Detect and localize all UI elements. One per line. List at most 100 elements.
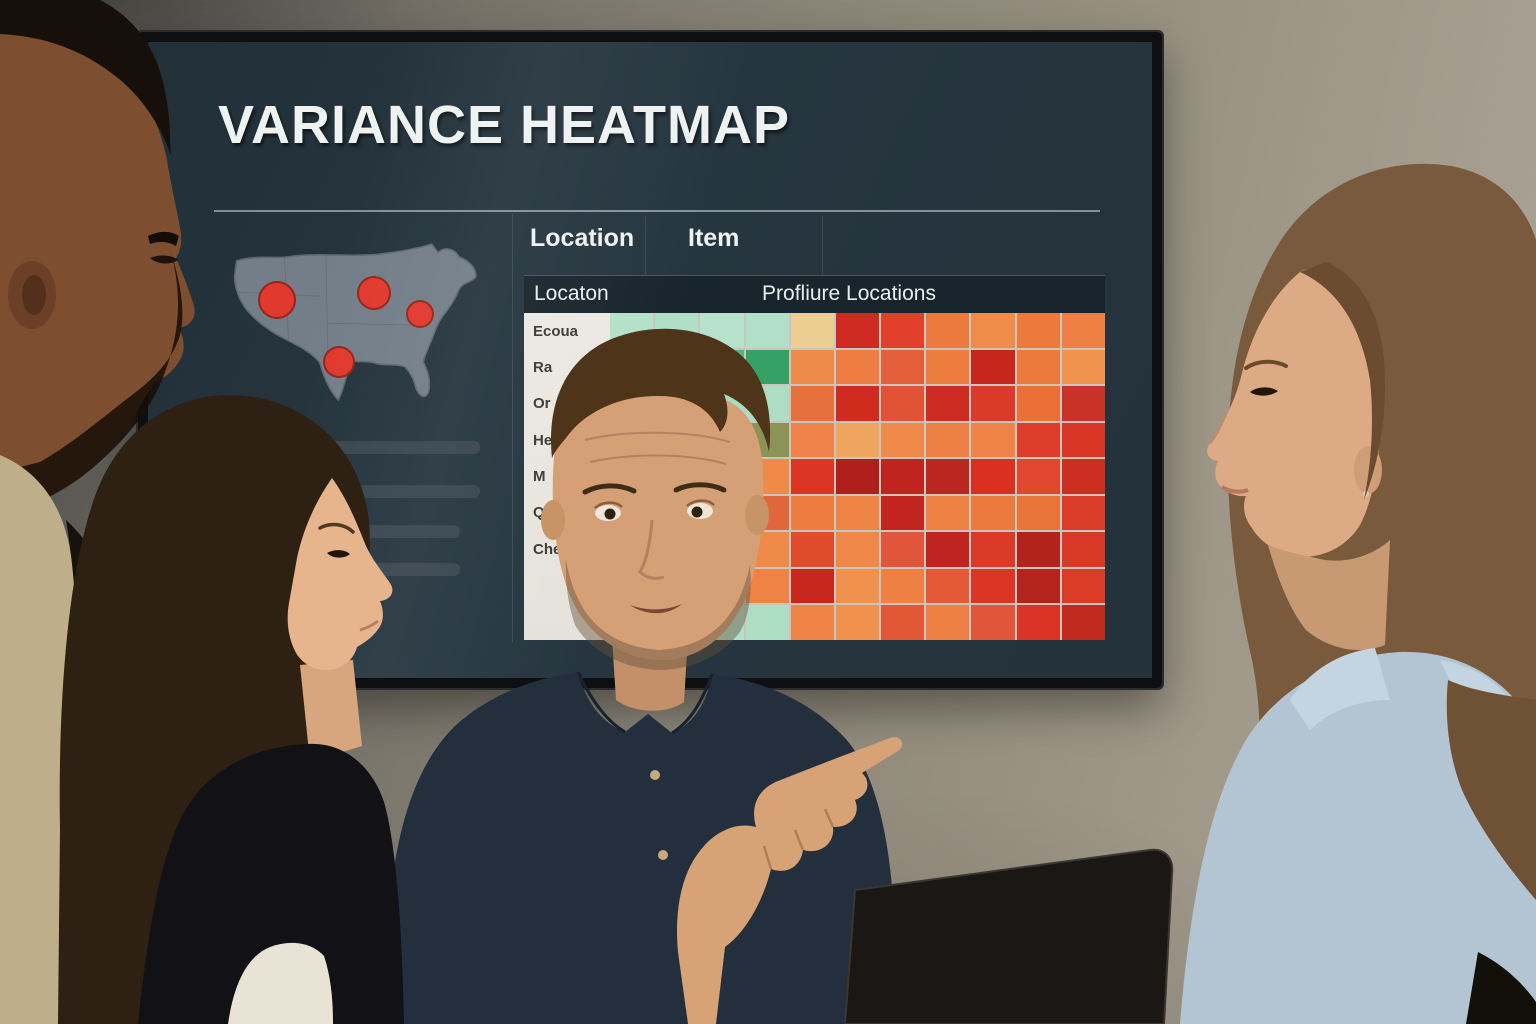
heatmap-cell xyxy=(745,422,789,457)
heatmap-cell xyxy=(1016,349,1060,384)
heatmap-cell xyxy=(1061,422,1105,457)
heatmap-cell xyxy=(1016,495,1060,530)
heatmap-row-label: He xyxy=(533,431,553,449)
heatmap-cell xyxy=(655,495,699,530)
heatmap-cell xyxy=(745,313,789,348)
location-column-label: Location xyxy=(530,224,635,252)
heatmap-cell xyxy=(655,313,699,348)
heatmap-cell xyxy=(610,605,654,640)
heatmap-cell xyxy=(655,568,699,603)
map-location-marker xyxy=(356,275,391,310)
heatmap-cell xyxy=(790,495,834,530)
title-divider xyxy=(214,210,1100,212)
right-woman-hair-front xyxy=(1300,262,1386,500)
heatmap-cell xyxy=(745,532,789,567)
heatmap-cell xyxy=(1016,422,1060,457)
heatmap-cell xyxy=(610,568,654,603)
right-woman-eye xyxy=(1250,387,1278,396)
left-woman-blazer xyxy=(138,743,404,1024)
heatmap-cell xyxy=(926,386,970,421)
heatmap-cell xyxy=(835,532,880,567)
heatmap-row-label: Ra xyxy=(533,358,553,376)
table-header-location: Locaton xyxy=(534,282,609,305)
heatmap-cell xyxy=(655,422,699,457)
left-woman-blouse xyxy=(228,942,333,1024)
heatmap-cell xyxy=(926,605,970,640)
heatmap-cell xyxy=(835,605,880,640)
heatmap-cell xyxy=(1016,313,1060,348)
heatmap-cell xyxy=(971,568,1015,603)
map-location-marker xyxy=(322,345,355,378)
right-woman-ear xyxy=(1354,446,1382,494)
finger-creases xyxy=(762,808,835,870)
heatmap-cell xyxy=(881,495,925,530)
heatmap-cell xyxy=(700,422,744,457)
right-woman-collar xyxy=(1290,648,1512,730)
dashboard-title: VARIANCE HEATMAP xyxy=(218,95,791,155)
heatmap-cell xyxy=(790,349,834,384)
heatmap-row-label xyxy=(524,567,610,603)
heatmap-cell xyxy=(881,313,925,348)
heatmap-cell xyxy=(790,313,834,348)
heatmap-row-label: Or xyxy=(533,395,551,413)
heatmap-cell xyxy=(610,386,654,421)
heatmap-cell xyxy=(790,605,834,640)
heatmap-cell xyxy=(926,459,970,494)
heatmap-cell xyxy=(790,568,834,603)
heatmap-cell xyxy=(655,386,699,421)
us-map xyxy=(233,243,477,402)
shirt-button xyxy=(658,850,668,860)
heatmap-cell xyxy=(881,459,925,494)
wall-mounted-tv: VARIANCE HEATMAP Location Item Locaton P… xyxy=(136,30,1164,690)
heatmap-cell xyxy=(971,495,1015,530)
heatmap-row-label: M xyxy=(533,467,546,485)
heatmap-cell xyxy=(610,495,654,530)
heatmap-cell xyxy=(926,495,970,530)
placeholder-bar xyxy=(278,563,460,576)
us-map-silhouette xyxy=(233,243,477,402)
heatmap-cell xyxy=(881,568,925,603)
heatmap-cell xyxy=(1016,568,1060,603)
heatmap-cell xyxy=(835,349,880,384)
presenter-shirt xyxy=(382,672,897,1024)
heatmap-cell xyxy=(745,459,789,494)
heatmap-cell xyxy=(655,349,699,384)
heatmap-row-label: Ecoua xyxy=(533,322,579,340)
heatmap-cell xyxy=(790,422,834,457)
right-woman-hair-back xyxy=(1227,163,1536,900)
heatmap-cell xyxy=(1061,568,1105,603)
heatmap-cell xyxy=(971,459,1015,494)
heatmap-cell xyxy=(971,313,1015,348)
heatmap-cell xyxy=(610,349,654,384)
right-woman-earring xyxy=(1363,491,1369,497)
heatmap-cell xyxy=(881,349,925,384)
heatmap-cell xyxy=(745,605,789,640)
right-woman-lips xyxy=(1220,485,1249,494)
heatmap-cell xyxy=(835,422,880,457)
shirt-button xyxy=(650,770,660,780)
right-woman-face xyxy=(1207,268,1380,557)
heatmap-cell xyxy=(745,349,789,384)
heatmap-cell xyxy=(745,386,789,421)
heatmap-cell xyxy=(655,605,699,640)
heatmap-cell xyxy=(745,495,789,530)
heatmap-cell xyxy=(835,568,880,603)
heatmap-cell xyxy=(926,532,970,567)
laptop-lid xyxy=(843,848,1174,1024)
heatmap-cell xyxy=(1016,605,1060,640)
placeholder-bar xyxy=(270,525,460,538)
heatmap-row-label-column: Ecoua Ra Or He M Qu Che xyxy=(524,313,612,640)
heatmap-row-label: Che xyxy=(533,540,562,558)
heatmap-cell xyxy=(700,349,744,384)
heatmap-cell xyxy=(881,532,925,567)
heatmap-cell xyxy=(926,313,970,348)
person-right-woman xyxy=(1180,163,1536,1024)
heatmap-cell xyxy=(835,459,880,494)
heatmap-cell xyxy=(971,422,1015,457)
heatmap-table-header: Locaton Profliure Locations xyxy=(524,275,1105,315)
heatmap-cell xyxy=(971,532,1015,567)
heatmap-cell xyxy=(881,605,925,640)
heatmap-cell xyxy=(1061,495,1105,530)
heatmap-cell xyxy=(610,422,654,457)
map-location-marker xyxy=(405,300,434,329)
